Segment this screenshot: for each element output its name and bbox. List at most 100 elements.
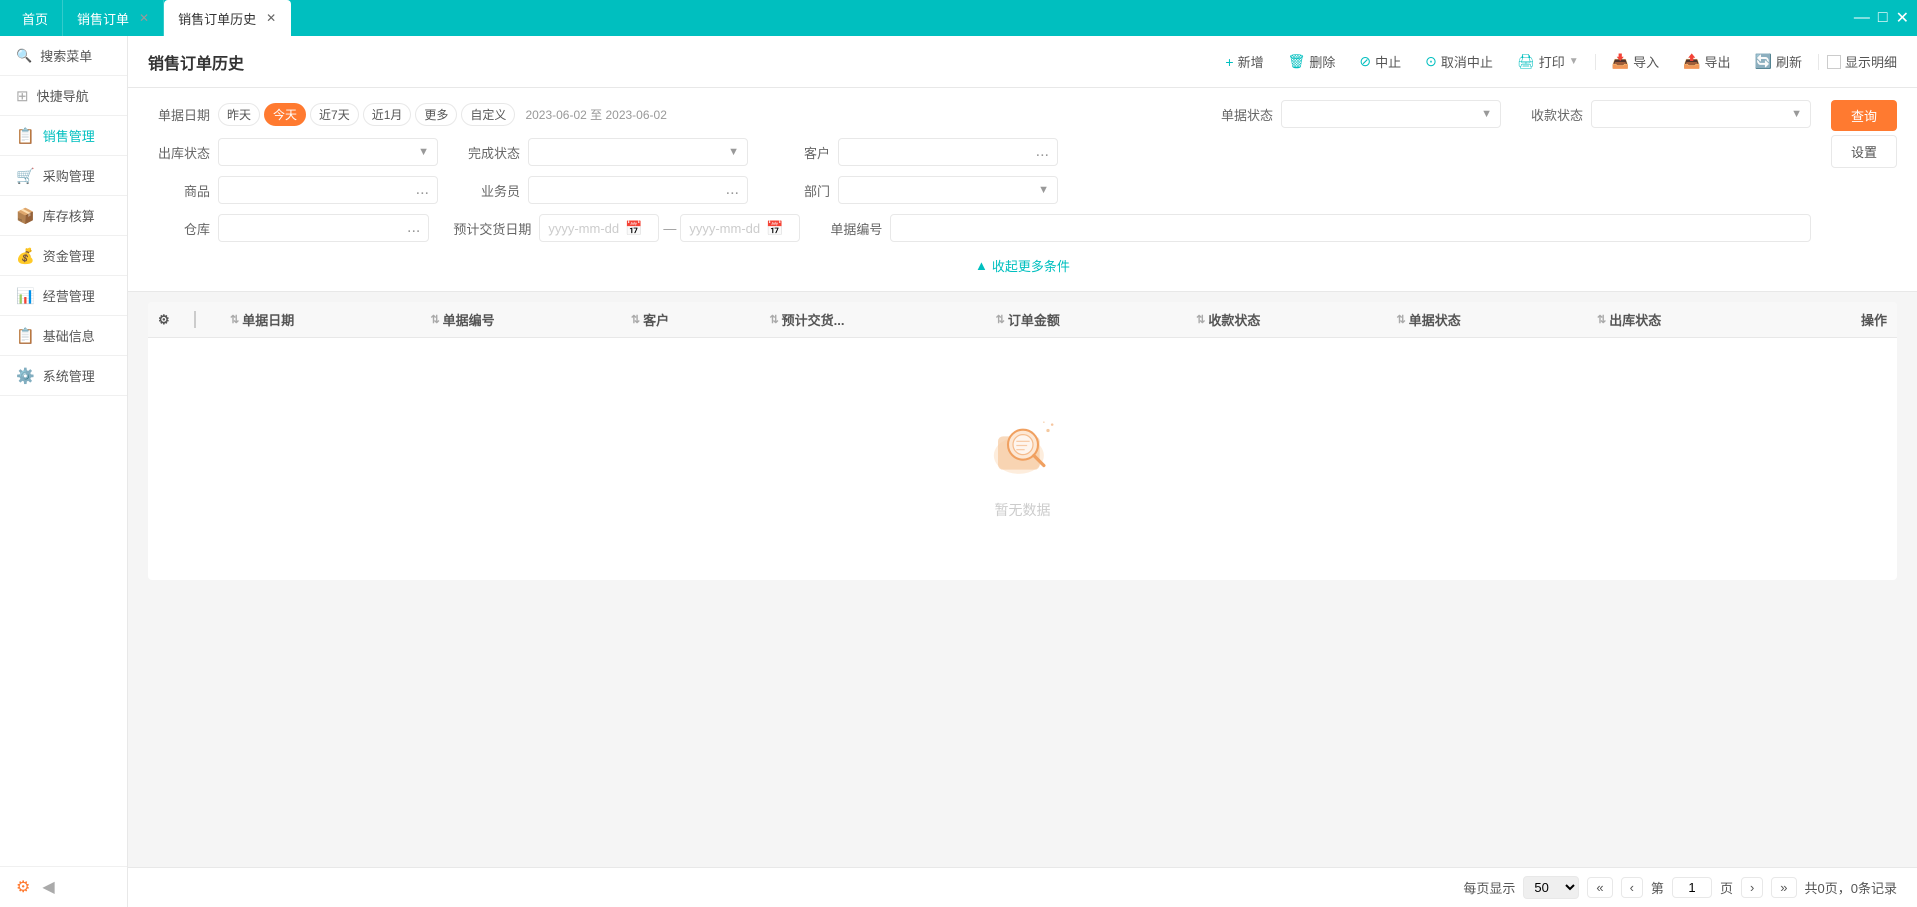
salesperson-input[interactable]: ... <box>528 176 748 204</box>
warehouse-browse-icon[interactable]: ... <box>407 219 420 237</box>
th-customer-label: 客户 <box>643 310 669 329</box>
last-page-button[interactable]: » <box>1771 877 1796 898</box>
collapse-filter-btn[interactable]: ▲ 收起更多条件 <box>148 252 1897 279</box>
tab-home[interactable]: 首页 <box>8 0 63 36</box>
product-browse-icon[interactable]: ... <box>416 181 429 199</box>
display-toggle[interactable]: 显示明细 <box>1827 52 1897 71</box>
filter-row-2: 出库状态 ▼ 完成状态 ▼ 客户 ... <box>148 138 1811 166</box>
sidebar-item-finance[interactable]: 💰 资金管理 <box>0 236 127 276</box>
salesperson-field[interactable] <box>537 183 722 198</box>
warehouse-input[interactable]: ... <box>218 214 429 242</box>
delivery-date-from[interactable]: yyyy-mm-dd 📅 <box>539 214 659 242</box>
delivery-date-to[interactable]: yyyy-mm-dd 📅 <box>680 214 800 242</box>
sidebar-item-quick-nav[interactable]: ⊞ 快捷导航 <box>0 76 127 116</box>
gear-icon[interactable]: ⚙ <box>158 312 170 327</box>
chip-custom[interactable]: 自定义 <box>461 103 515 126</box>
sort-bill-date[interactable]: ⇅ 单据日期 <box>230 310 410 329</box>
th-customer[interactable]: ⇅ 客户 <box>621 302 760 338</box>
export-button[interactable]: 📤 导出 <box>1675 48 1738 75</box>
sort-bill-status[interactable]: ⇅ 单据状态 <box>1397 310 1577 329</box>
th-operation-label: 操作 <box>1861 313 1887 328</box>
next-page-button[interactable]: › <box>1741 877 1763 898</box>
complete-status-arrow-icon: ▼ <box>728 146 739 158</box>
payment-status-arrow-icon: ▼ <box>1791 108 1802 120</box>
first-page-button[interactable]: « <box>1587 877 1612 898</box>
sidebar-item-inventory[interactable]: 📦 库存核算 <box>0 196 127 236</box>
chip-7days[interactable]: 近7天 <box>310 103 359 126</box>
th-ship-status[interactable]: ⇅ 出库状态 <box>1587 302 1787 338</box>
sidebar-item-sales-mgmt[interactable]: 📋 销售管理 <box>0 116 127 156</box>
refresh-button[interactable]: 🔄 刷新 <box>1747 48 1810 75</box>
th-settings[interactable]: ⚙ <box>148 302 184 338</box>
sidebar-item-operations[interactable]: 📊 经营管理 <box>0 276 127 316</box>
chip-more[interactable]: 更多 <box>415 103 457 126</box>
calendar-from-icon[interactable]: 📅 <box>625 220 642 237</box>
th-delivery-date[interactable]: ⇅ 预计交货... <box>759 302 985 338</box>
per-page-select[interactable]: 50 10 20 100 <box>1523 876 1579 899</box>
payment-status-select[interactable]: ▼ <box>1591 100 1811 128</box>
print-button[interactable]: 🖨 打印 ▼ <box>1509 48 1587 75</box>
sidebar-item-system[interactable]: ⚙️ 系统管理 <box>0 356 127 396</box>
stop-button[interactable]: ⊘ 中止 <box>1351 48 1409 75</box>
tab-sales-history-close[interactable]: ✕ <box>266 11 276 25</box>
sort-ship-status[interactable]: ⇅ 出库状态 <box>1597 310 1777 329</box>
product-input[interactable]: ... <box>218 176 438 204</box>
sort-payment-status[interactable]: ⇅ 收款状态 <box>1196 310 1376 329</box>
chip-today[interactable]: 今天 <box>264 103 306 126</box>
tab-home-label: 首页 <box>22 9 48 28</box>
th-payment-status[interactable]: ⇅ 收款状态 <box>1186 302 1386 338</box>
th-bill-date[interactable]: ⇅ 单据日期 <box>220 302 420 338</box>
bill-status-select[interactable]: ▼ <box>1281 100 1501 128</box>
bill-no-input[interactable] <box>890 214 1811 242</box>
th-bill-no[interactable]: ⇅ 单据编号 <box>420 302 620 338</box>
customer-input[interactable]: ... <box>838 138 1058 166</box>
chip-1month[interactable]: 近1月 <box>363 103 412 126</box>
basic-info-icon: 📋 <box>16 327 35 345</box>
dept-select[interactable]: ▼ <box>838 176 1058 204</box>
th-order-amount[interactable]: ⇅ 订单金额 <box>986 302 1186 338</box>
display-checkbox[interactable] <box>1827 55 1841 69</box>
sidebar-search[interactable]: 🔍 搜索菜单 <box>0 36 127 76</box>
customer-browse-icon[interactable]: ... <box>1036 143 1049 161</box>
bill-no-label: 单据编号 <box>820 219 890 238</box>
sort-bill-no[interactable]: ⇅ 单据编号 <box>430 310 610 329</box>
sort-customer[interactable]: ⇅ 客户 <box>631 310 750 329</box>
bill-no-field[interactable] <box>899 221 1802 236</box>
purchase-icon: 🛒 <box>16 167 35 185</box>
th-checkbox[interactable] <box>184 302 220 338</box>
cancel-stop-button[interactable]: ⊙ 取消中止 <box>1417 48 1501 75</box>
sidebar-item-purchase-mgmt[interactable]: 🛒 采购管理 <box>0 156 127 196</box>
salesperson-browse-icon[interactable]: ... <box>726 181 739 199</box>
minimize-icon[interactable]: — <box>1854 9 1870 27</box>
new-button[interactable]: + 新增 <box>1217 48 1271 75</box>
sort-order-amount[interactable]: ⇅ 订单金额 <box>996 310 1176 329</box>
tab-sales-order[interactable]: 销售订单 ✕ <box>63 0 164 36</box>
empty-text: 暂无数据 <box>995 500 1051 520</box>
sort-icon: ⇅ <box>230 313 239 326</box>
sidebar-item-basic-info-label: 基础信息 <box>43 326 95 345</box>
sidebar-collapse-icon[interactable]: ◀ <box>42 877 54 897</box>
warehouse-field[interactable] <box>227 221 403 236</box>
prev-page-button[interactable]: ‹ <box>1621 877 1643 898</box>
customer-field[interactable] <box>847 145 1032 160</box>
close-icon[interactable]: ✕ <box>1896 8 1909 28</box>
sidebar-settings-icon[interactable]: ⚙ <box>16 877 30 897</box>
current-page-input[interactable] <box>1672 877 1712 898</box>
tab-sales-history[interactable]: 销售订单历史 ✕ <box>164 0 291 36</box>
tab-sales-order-close[interactable]: ✕ <box>139 11 149 25</box>
ship-status-select[interactable]: ▼ <box>218 138 438 166</box>
query-button[interactable]: 查询 <box>1831 100 1897 131</box>
sort-delivery-date[interactable]: ⇅ 预计交货... <box>769 310 975 329</box>
import-button[interactable]: 📥 导入 <box>1604 48 1667 75</box>
calendar-to-icon[interactable]: 📅 <box>766 220 783 237</box>
th-bill-status[interactable]: ⇅ 单据状态 <box>1387 302 1587 338</box>
product-field[interactable] <box>227 183 412 198</box>
delete-button[interactable]: 🗑 删除 <box>1280 48 1344 75</box>
display-toggle-label: 显示明细 <box>1845 52 1897 71</box>
sidebar-item-basic-info[interactable]: 📋 基础信息 <box>0 316 127 356</box>
chip-yesterday[interactable]: 昨天 <box>218 103 260 126</box>
maximize-icon[interactable]: □ <box>1878 9 1888 27</box>
complete-status-select[interactable]: ▼ <box>528 138 748 166</box>
select-all-checkbox[interactable] <box>194 311 196 328</box>
set-button[interactable]: 设置 <box>1831 135 1897 168</box>
